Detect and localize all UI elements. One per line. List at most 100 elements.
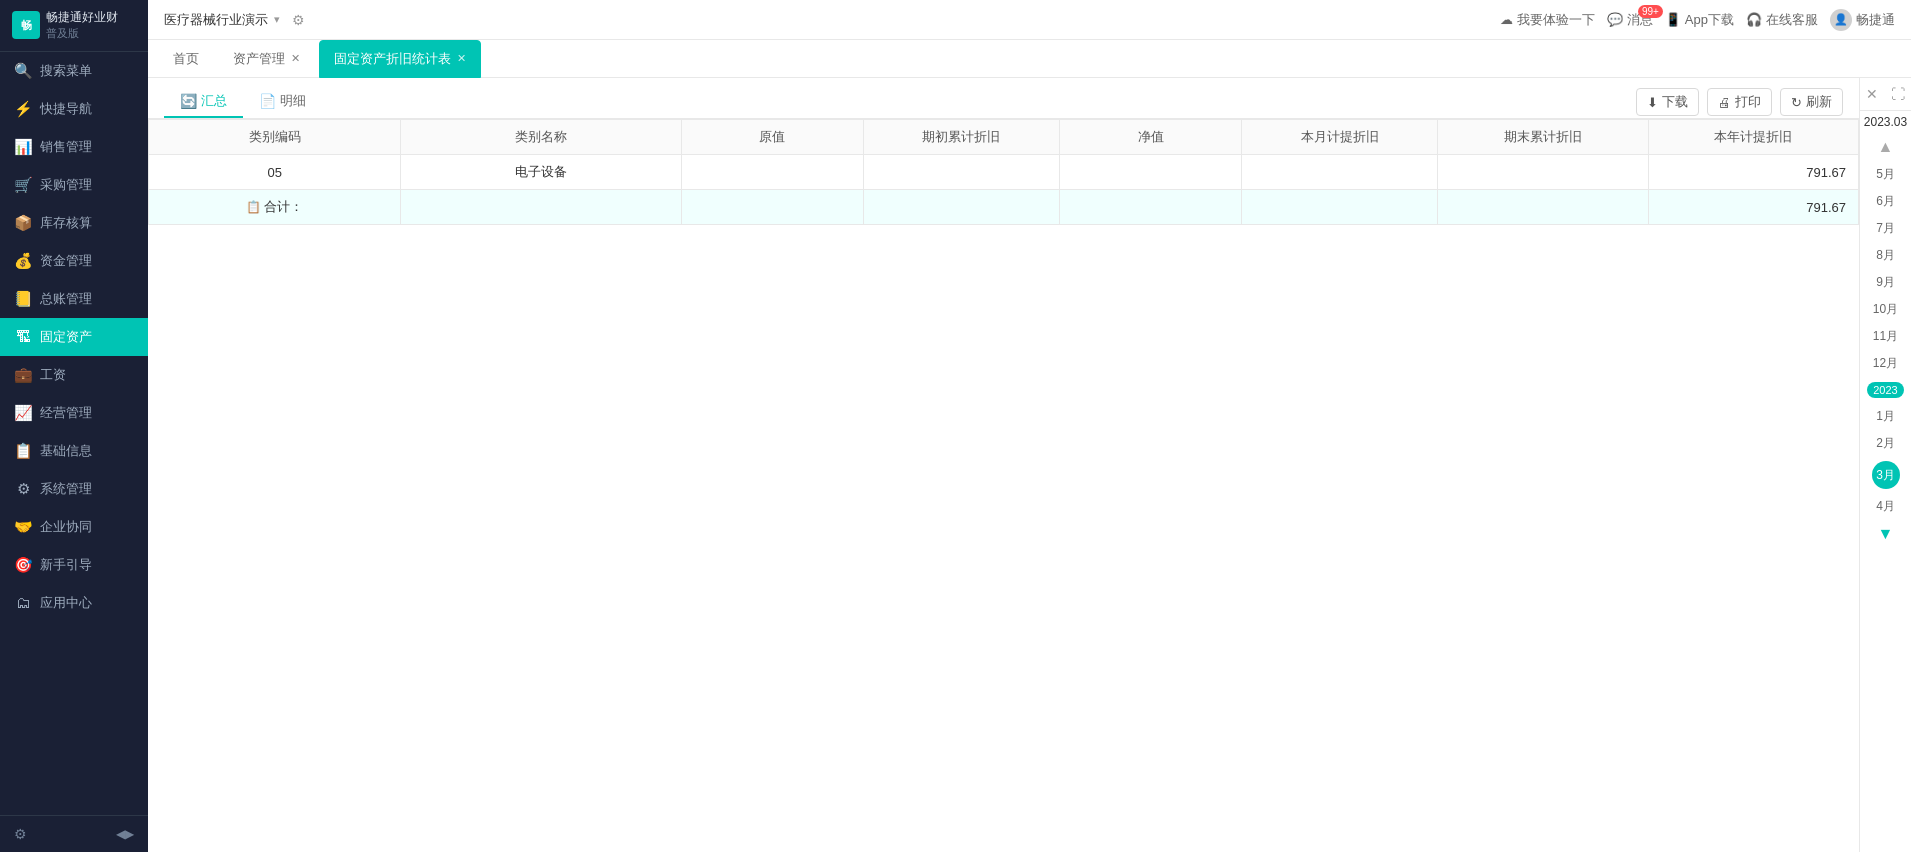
sidebar-item-appcenter[interactable]: 🗂 应用中心 bbox=[0, 584, 148, 622]
total-label-cell: 📋 合计： bbox=[149, 190, 401, 225]
ledger-icon: 📒 bbox=[14, 290, 32, 308]
sidebar-logo: 畅 畅捷通好业财 普及版 bbox=[0, 0, 148, 52]
month-up-button[interactable]: ▲ bbox=[1860, 133, 1911, 161]
expand-icon[interactable]: ⛶ bbox=[1891, 86, 1905, 102]
table-container: 类别编码 类别名称 原值 期初累计折旧 净值 本月计提折旧 期末累计折旧 本年计… bbox=[148, 119, 1859, 852]
sidebar-item-fixed-assets[interactable]: 🏗 固定资产 bbox=[0, 318, 148, 356]
sidebar-item-search[interactable]: 🔍 搜索菜单 bbox=[0, 52, 148, 90]
month-2[interactable]: 2月 bbox=[1860, 430, 1911, 457]
clipboard-icon: 📋 bbox=[14, 442, 32, 460]
sidebar-item-operations[interactable]: 📈 经营管理 bbox=[0, 394, 148, 432]
sidebar-item-purchase[interactable]: 🛒 采购管理 bbox=[0, 166, 148, 204]
total-month-depr bbox=[1242, 190, 1438, 225]
month-5[interactable]: 5月 bbox=[1860, 161, 1911, 188]
headset-icon: 🎧 bbox=[1746, 12, 1762, 27]
month-11[interactable]: 11月 bbox=[1860, 323, 1911, 350]
total-original bbox=[681, 190, 863, 225]
cart-icon: 🛒 bbox=[14, 176, 32, 194]
summary-icon: 🔄 bbox=[180, 93, 197, 109]
tab-depreciation[interactable]: 固定资产折旧统计表 ✕ bbox=[319, 40, 481, 78]
sidebar: 畅 畅捷通好业财 普及版 🔍 搜索菜单 ⚡ 快捷导航 📊 销售管理 🛒 采购管理… bbox=[0, 0, 148, 852]
table-row: 05 电子设备 791.67 bbox=[149, 155, 1859, 190]
settings-icon[interactable]: ⚙ bbox=[14, 826, 27, 842]
sidebar-item-label: 资金管理 bbox=[40, 252, 92, 270]
sidebar-item-salary[interactable]: 💼 工资 bbox=[0, 356, 148, 394]
close-icon[interactable]: ✕ bbox=[1866, 86, 1878, 102]
table-header-row: 类别编码 类别名称 原值 期初累计折旧 净值 本月计提折旧 期末累计折旧 本年计… bbox=[149, 120, 1859, 155]
print-label: 打印 bbox=[1735, 93, 1761, 111]
sidebar-item-quicknav[interactable]: ⚡ 快捷导航 bbox=[0, 90, 148, 128]
sidebar-item-sales[interactable]: 📊 销售管理 bbox=[0, 128, 148, 166]
sidebar-item-label: 固定资产 bbox=[40, 328, 92, 346]
phone-icon: 📱 bbox=[1665, 12, 1681, 27]
sidebar-item-guide[interactable]: 🎯 新手引导 bbox=[0, 546, 148, 584]
month-7[interactable]: 7月 bbox=[1860, 215, 1911, 242]
month-9[interactable]: 9月 bbox=[1860, 269, 1911, 296]
download-button[interactable]: ⬇ 下载 bbox=[1636, 88, 1699, 116]
logo-title: 畅捷通好业财 bbox=[46, 10, 118, 26]
total-cat-name bbox=[401, 190, 681, 225]
search-icon: 🔍 bbox=[14, 62, 32, 80]
print-button[interactable]: 🖨 打印 bbox=[1707, 88, 1772, 116]
experience-button[interactable]: ☁ 我要体验一下 bbox=[1500, 11, 1595, 29]
month-3-container: 3月 bbox=[1860, 459, 1911, 491]
subtab-summary[interactable]: 🔄 汇总 bbox=[164, 86, 243, 118]
sidebar-item-system[interactable]: ⚙ 系统管理 bbox=[0, 470, 148, 508]
logo-text: 畅捷通好业财 普及版 bbox=[46, 10, 118, 41]
subtab-detail[interactable]: 📄 明细 bbox=[243, 86, 322, 118]
cell-month-depr bbox=[1242, 155, 1438, 190]
online-service-label: 在线客服 bbox=[1766, 11, 1818, 29]
month-8[interactable]: 8月 bbox=[1860, 242, 1911, 269]
total-period-end-cum-depr bbox=[1438, 190, 1648, 225]
month-4[interactable]: 4月 bbox=[1860, 493, 1911, 520]
total-icon: 📋 bbox=[246, 200, 261, 214]
sidebar-item-label: 工资 bbox=[40, 366, 66, 384]
toolbar: ⬇ 下载 🖨 打印 ↻ 刷新 bbox=[1636, 88, 1843, 116]
user-menu[interactable]: 👤 畅捷通 bbox=[1830, 9, 1895, 31]
sidebar-item-collab[interactable]: 🤝 企业协同 bbox=[0, 508, 148, 546]
tab-home-label: 首页 bbox=[173, 50, 199, 68]
online-service-button[interactable]: 🎧 在线客服 bbox=[1746, 11, 1818, 29]
col-header-original: 原值 bbox=[681, 120, 863, 155]
subtab-bar: 🔄 汇总 📄 明细 ⬇ 下载 🖨 打印 bbox=[148, 78, 1859, 119]
logo-icon: 畅 bbox=[12, 11, 40, 39]
month-10[interactable]: 10月 bbox=[1860, 296, 1911, 323]
sidebar-item-ledger[interactable]: 📒 总账管理 bbox=[0, 280, 148, 318]
close-icon[interactable]: ✕ bbox=[291, 52, 300, 65]
download-label: 下载 bbox=[1662, 93, 1688, 111]
avatar: 👤 bbox=[1830, 9, 1852, 31]
month-6[interactable]: 6月 bbox=[1860, 188, 1911, 215]
refresh-icon: ↻ bbox=[1791, 95, 1802, 110]
total-period-cum-depr bbox=[863, 190, 1059, 225]
app-download-button[interactable]: 📱 App下载 bbox=[1665, 11, 1734, 29]
sidebar-item-fund[interactable]: 💰 资金管理 bbox=[0, 242, 148, 280]
sidebar-item-label: 总账管理 bbox=[40, 290, 92, 308]
refresh-button[interactable]: ↻ 刷新 bbox=[1780, 88, 1843, 116]
sidebar-item-label: 新手引导 bbox=[40, 556, 92, 574]
apps-icon: 🗂 bbox=[14, 594, 32, 611]
money-icon: 💰 bbox=[14, 252, 32, 270]
tab-home[interactable]: 首页 bbox=[158, 40, 214, 78]
month-1[interactable]: 1月 bbox=[1860, 403, 1911, 430]
chart-icon: 📊 bbox=[14, 138, 32, 156]
month-12[interactable]: 12月 bbox=[1860, 350, 1911, 377]
flash-icon: ⚡ bbox=[14, 100, 32, 118]
sidebar-item-label: 应用中心 bbox=[40, 594, 92, 612]
sidebar-item-basic[interactable]: 📋 基础信息 bbox=[0, 432, 148, 470]
right-panel-header: ✕ ⛶ bbox=[1860, 78, 1911, 111]
tab-asset-mgmt[interactable]: 资产管理 ✕ bbox=[218, 40, 315, 78]
sidebar-item-label: 库存核算 bbox=[40, 214, 92, 232]
sidebar-item-inventory[interactable]: 📦 库存核算 bbox=[0, 204, 148, 242]
cloud-icon: ☁ bbox=[1500, 12, 1513, 27]
collapse-icon[interactable]: ◀▶ bbox=[116, 827, 134, 841]
company-selector[interactable]: 医疗器械行业演示 ▾ bbox=[164, 11, 280, 29]
detail-icon: 📄 bbox=[259, 93, 276, 109]
total-net-value bbox=[1060, 190, 1242, 225]
close-icon[interactable]: ✕ bbox=[457, 52, 466, 65]
sidebar-nav: 🔍 搜索菜单 ⚡ 快捷导航 📊 销售管理 🛒 采购管理 📦 库存核算 💰 资金管… bbox=[0, 52, 148, 815]
settings-icon[interactable]: ⚙ bbox=[292, 12, 305, 28]
message-button[interactable]: 💬 消息 99+ bbox=[1607, 11, 1653, 29]
month-3[interactable]: 3月 bbox=[1872, 461, 1900, 489]
cell-period-end-cum-depr bbox=[1438, 155, 1648, 190]
month-down-button[interactable]: ▼ bbox=[1860, 520, 1911, 548]
